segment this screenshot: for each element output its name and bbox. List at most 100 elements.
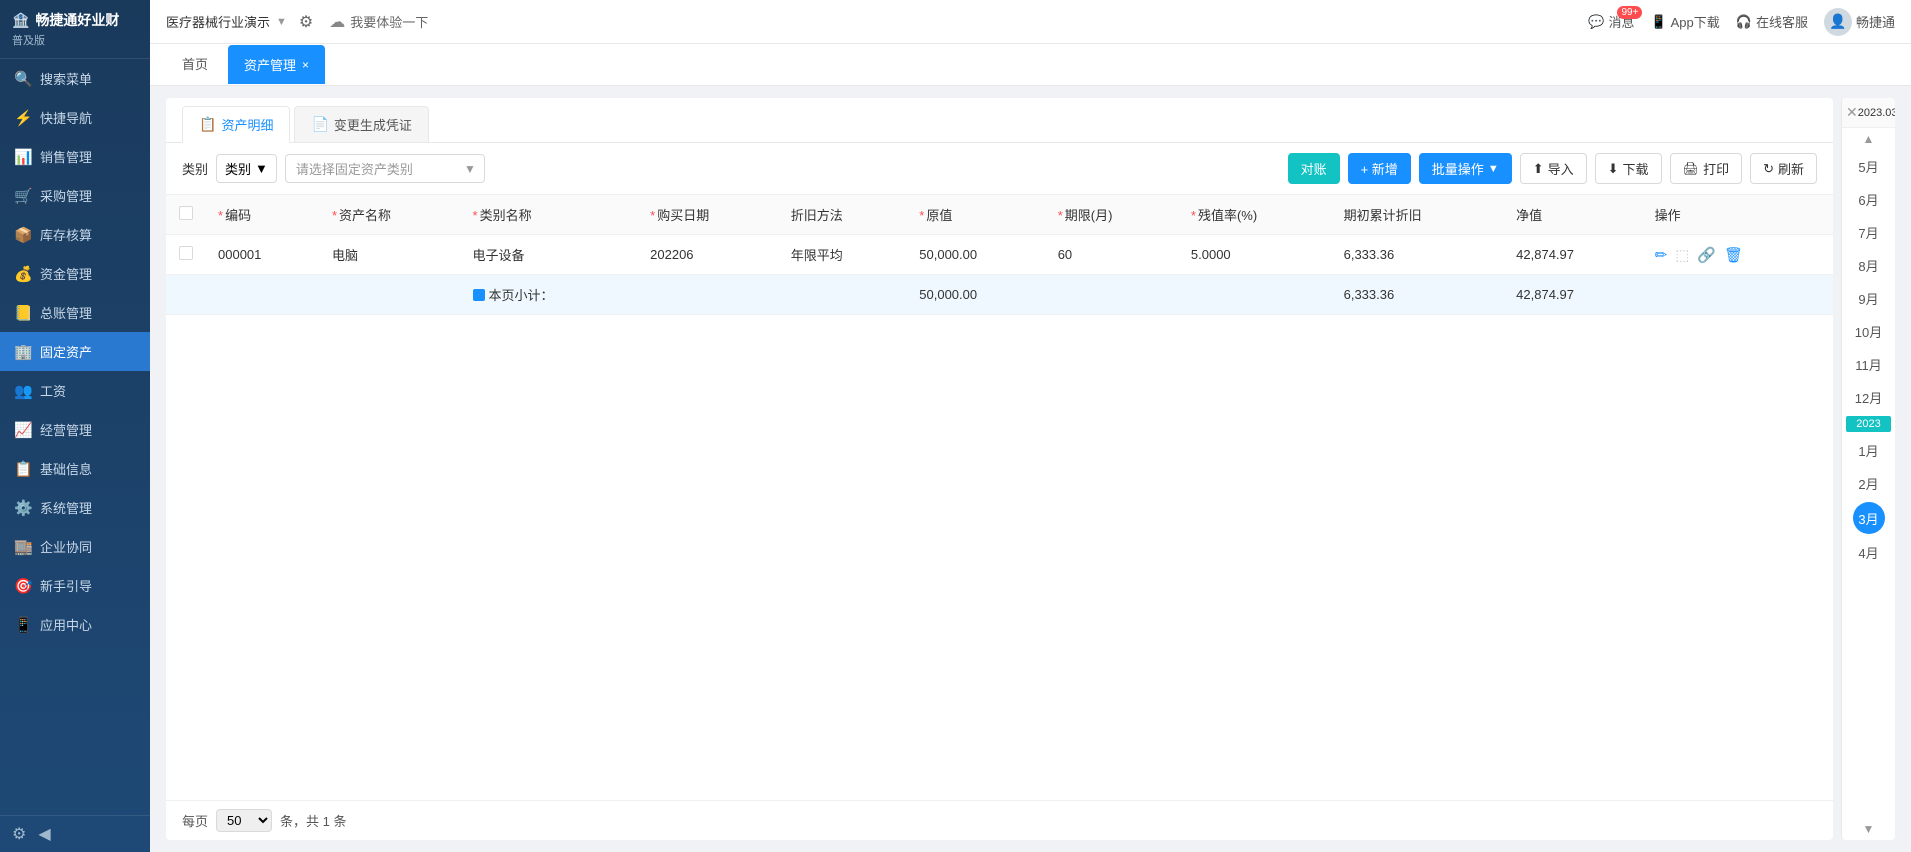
- subtotal-empty7: [1179, 275, 1332, 315]
- subtotal-empty1: [166, 275, 206, 315]
- sidebar-item-label-payroll: 工资: [40, 381, 66, 400]
- sidebar-item-fixed-assets[interactable]: 🏢固定资产: [0, 332, 150, 371]
- tab-home[interactable]: 首页: [166, 44, 224, 85]
- sidebar-item-purchase[interactable]: 🛒采购管理: [0, 176, 150, 215]
- sidebar-item-base-info[interactable]: 📋基础信息: [0, 449, 150, 488]
- cal-month-prev-6月[interactable]: 6月: [1842, 183, 1895, 216]
- main-panel: 📋 资产明细 📄 变更生成凭证 类别 类别 ▼: [166, 98, 1833, 840]
- sidebar-item-finance[interactable]: 💰资金管理: [0, 254, 150, 293]
- select-all-checkbox[interactable]: [179, 206, 193, 220]
- logo-text: 畅捷通好业财: [35, 10, 119, 30]
- subtotal-row: 本页小计： 50,000.00 6,333.36 42,874.97: [166, 275, 1833, 315]
- sub-tab-voucher[interactable]: 📄 变更生成凭证: [294, 106, 428, 142]
- print-button[interactable]: 🖨 打印: [1670, 153, 1743, 184]
- sidebar-nav: 🔍搜索菜单⚡快捷导航📊销售管理🛒采购管理📦库存核算💰资金管理📒总账管理🏢固定资产…: [0, 59, 150, 815]
- calendar-close-icon[interactable]: ✕: [1846, 104, 1858, 121]
- print-icon: 🖨: [1683, 161, 1700, 177]
- calendar-up-button[interactable]: ▲: [1842, 128, 1895, 150]
- refresh-button[interactable]: ↻ 刷新: [1750, 153, 1817, 184]
- sidebar-item-ledger[interactable]: 📒总账管理: [0, 293, 150, 332]
- sidebar-item-search[interactable]: 🔍搜索菜单: [0, 59, 150, 98]
- import-label: 导入: [1548, 159, 1574, 178]
- topbar-right: 💬 消息 99+ 📱 App下载 🎧 在线客服 👤 畅捷通: [1588, 8, 1895, 36]
- sidebar-item-label-system: 系统管理: [40, 498, 92, 517]
- sidebar-item-sales[interactable]: 📊销售管理: [0, 137, 150, 176]
- copy-icon-0[interactable]: ⬚: [1675, 246, 1689, 264]
- subtotal-empty3: [320, 275, 461, 315]
- cell-acc-dep-0: 6,333.36: [1332, 235, 1505, 275]
- calendar-down-button[interactable]: ▼: [1842, 818, 1895, 840]
- cal-month-prev-5月[interactable]: 5月: [1842, 150, 1895, 183]
- app-download-button[interactable]: 📱 App下载: [1650, 12, 1719, 31]
- collapse-icon[interactable]: ◀: [38, 824, 50, 844]
- subtotal-label: 本页小计：: [461, 275, 639, 315]
- user-area[interactable]: 👤 畅捷通: [1824, 8, 1895, 36]
- th-operations: 操作: [1643, 195, 1833, 235]
- cal-month-2月[interactable]: 2月: [1842, 467, 1895, 500]
- tab-asset-management[interactable]: 资产管理 ×: [228, 45, 325, 84]
- sidebar-item-payroll[interactable]: 👥 工资: [0, 371, 150, 410]
- cal-month-prev-7月[interactable]: 7月: [1842, 216, 1895, 249]
- cal-month-3月[interactable]: 3月: [1853, 502, 1885, 534]
- batch-ops-button[interactable]: 批量操作 ▼: [1419, 153, 1512, 184]
- reconcile-label: 对账: [1301, 159, 1327, 178]
- asset-category-dropdown[interactable]: 请选择固定资产类别 ▼: [285, 154, 485, 183]
- calendar-year-label: 2023.03: [1858, 107, 1895, 119]
- th-original-value: *原值: [907, 195, 1045, 235]
- sidebar-item-operations[interactable]: 📈经营管理: [0, 410, 150, 449]
- settings-icon[interactable]: ⚙: [12, 824, 26, 844]
- category-type-select[interactable]: 类别 ▼: [216, 154, 277, 183]
- cell-name-0: 电脑: [320, 235, 461, 275]
- cal-month-4月[interactable]: 4月: [1842, 536, 1895, 569]
- logo-main: 🏦 畅捷通好业财: [12, 10, 138, 30]
- sidebar-item-label-app-center: 应用中心: [40, 615, 92, 634]
- cal-month-prev-10月[interactable]: 10月: [1842, 315, 1895, 348]
- edit-icon-0[interactable]: ✏: [1655, 246, 1668, 264]
- voucher-icon: 📄: [311, 116, 328, 133]
- sidebar-item-label-sales: 销售管理: [40, 147, 92, 166]
- sidebar-item-app-center[interactable]: 📱 应用中心: [0, 605, 150, 644]
- subtotal-original-value: 50,000.00: [907, 275, 1045, 315]
- purchase-icon: 🛒: [14, 187, 32, 205]
- enterprise-icon: 🏬: [14, 538, 32, 556]
- payroll-icon: 👥: [14, 382, 32, 400]
- message-button[interactable]: 💬 消息 99+: [1588, 12, 1634, 31]
- calendar-header: ✕ 2023.03 ⤢: [1842, 98, 1895, 128]
- sidebar-item-guide[interactable]: 🎯新手引导: [0, 566, 150, 605]
- reconcile-button[interactable]: 对账: [1288, 153, 1340, 184]
- cal-year-badge[interactable]: 2023: [1846, 416, 1891, 432]
- cal-month-1月[interactable]: 1月: [1842, 434, 1895, 467]
- download-button[interactable]: ⬇ 下载: [1595, 153, 1662, 184]
- delete-icon-0[interactable]: 🗑: [1724, 246, 1743, 264]
- subtotal-empty5: [779, 275, 908, 315]
- sidebar-item-quick-nav[interactable]: ⚡快捷导航: [0, 98, 150, 137]
- sub-tab-asset-detail[interactable]: 📋 资产明细: [182, 106, 290, 143]
- th-residual-rate: *残值率(%): [1179, 195, 1332, 235]
- add-button[interactable]: + 新增: [1348, 153, 1411, 184]
- link-icon-0[interactable]: 🔗: [1697, 246, 1716, 264]
- settings-gear-icon[interactable]: ⚙: [299, 12, 313, 32]
- row-checkbox-0[interactable]: [179, 246, 193, 260]
- company-name: 医疗器械行业演示: [166, 12, 270, 31]
- cal-month-prev-11月[interactable]: 11月: [1842, 348, 1895, 381]
- sidebar-bottom: ⚙ ◀: [0, 815, 150, 852]
- import-button[interactable]: ⬆ 导入: [1520, 153, 1587, 184]
- sidebar-item-system[interactable]: ⚙️系统管理: [0, 488, 150, 527]
- print-label: 打印: [1703, 159, 1729, 178]
- calendar-panel: ✕ 2023.03 ⤢ ▲ 5月6月7月8月9月10月11月12月20231月2…: [1841, 98, 1895, 840]
- sidebar-item-enterprise[interactable]: 🏬企业协同: [0, 527, 150, 566]
- cal-month-prev-9月[interactable]: 9月: [1842, 282, 1895, 315]
- operations-icon: 📈: [14, 421, 32, 439]
- company-selector[interactable]: 医疗器械行业演示 ▼: [166, 12, 287, 31]
- quick-nav-icon: ⚡: [14, 109, 32, 127]
- cal-month-prev-8月[interactable]: 8月: [1842, 249, 1895, 282]
- per-page-select[interactable]: 50 100 200: [216, 809, 272, 832]
- tab-close-icon[interactable]: ×: [302, 58, 309, 72]
- add-label: + 新增: [1361, 159, 1398, 178]
- online-service-button[interactable]: 🎧 在线客服: [1736, 12, 1808, 31]
- filter-category-label: 类别: [182, 159, 208, 178]
- app-center-icon: 📱: [14, 616, 32, 634]
- th-depreciation-method: 折旧方法: [779, 195, 908, 235]
- cal-month-prev-12月[interactable]: 12月: [1842, 381, 1895, 414]
- sidebar-item-inventory[interactable]: 📦库存核算: [0, 215, 150, 254]
